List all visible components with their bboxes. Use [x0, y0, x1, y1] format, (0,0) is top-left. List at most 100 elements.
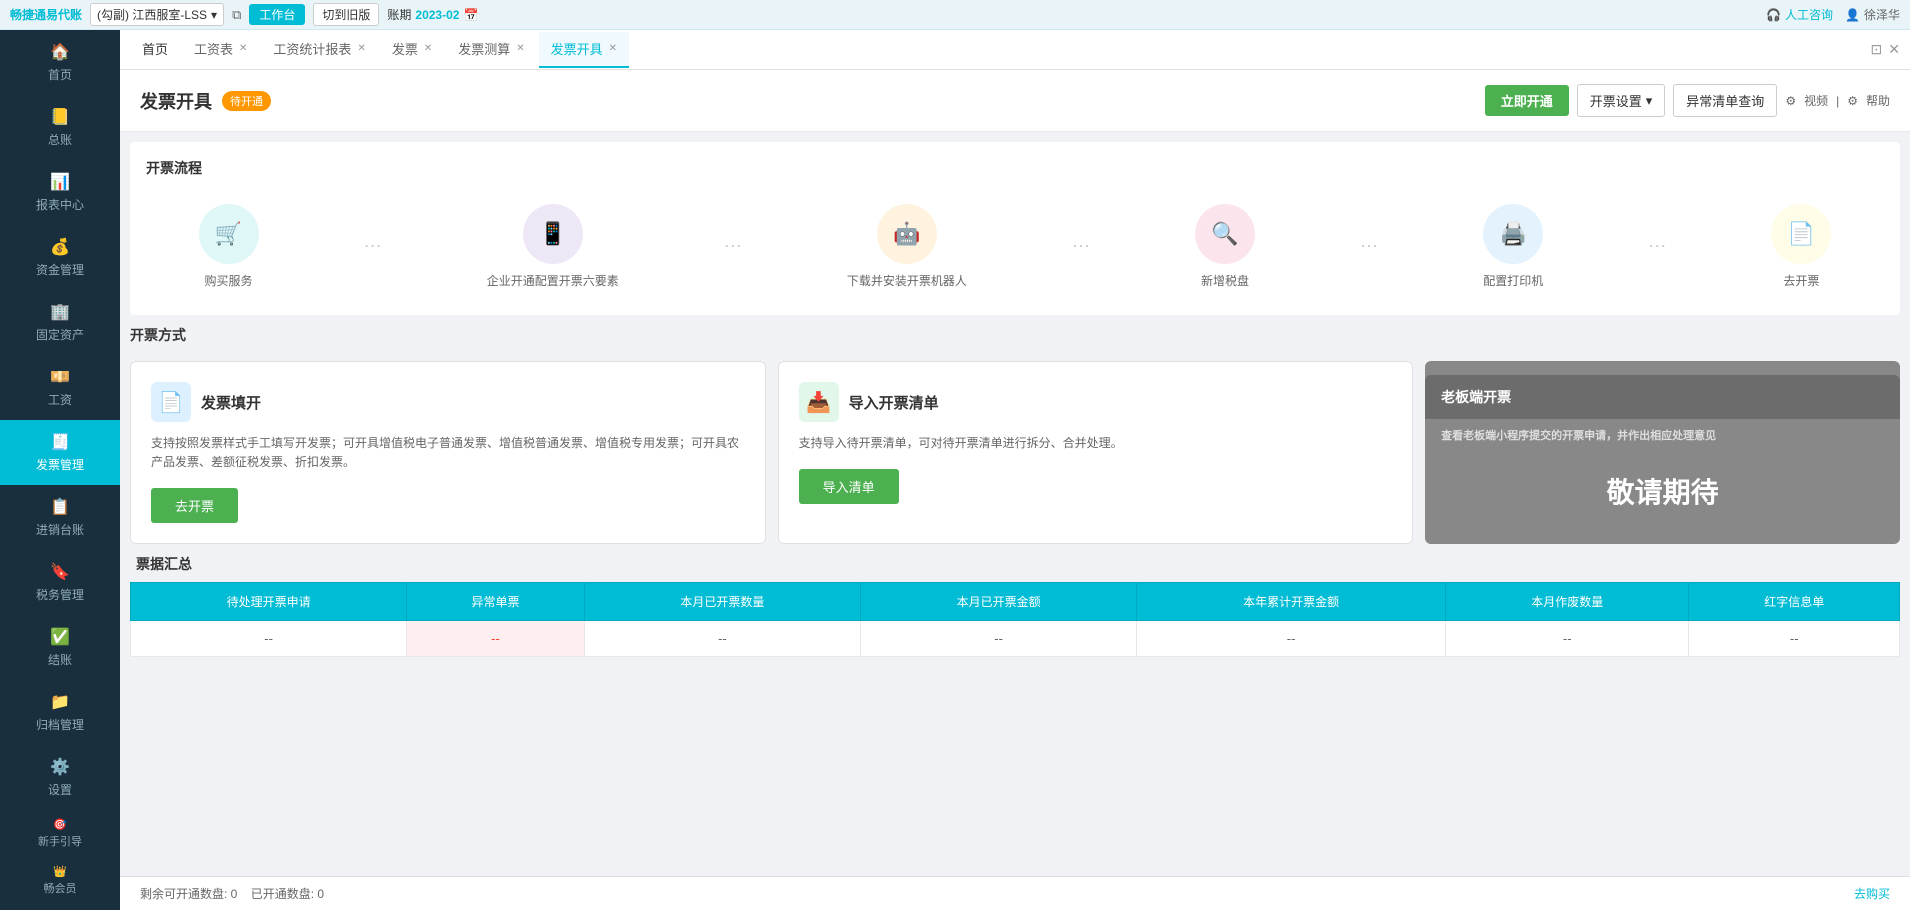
- sidebar-bottom: 🎯 新手引导 👑 畅会员 ↕ ↕取消固定: [0, 810, 120, 910]
- tab-invoice-close[interactable]: ✕: [424, 43, 432, 54]
- col-month-count: 本月已开票数量: [584, 583, 860, 621]
- val-month-count: --: [584, 621, 860, 657]
- method-fill-desc: 支持按照发票样式手工填写开发票；可开具增值税电子普通发票、增值税普通发票、增值税…: [151, 434, 745, 472]
- calendar-icon[interactable]: 📅: [463, 8, 478, 22]
- workbench-button[interactable]: 工作台: [249, 4, 305, 25]
- sidebar-label-assets: 固定资产: [36, 326, 84, 343]
- method-card-import: 📥 导入开票清单 支持导入待开票清单，可对待开票清单进行拆分、合并处理。 导入清…: [778, 361, 1414, 544]
- service-button[interactable]: 🎧 人工咨询: [1766, 6, 1833, 23]
- service-label: 人工咨询: [1785, 6, 1833, 23]
- tab-invoice[interactable]: 发票 ✕: [380, 32, 444, 68]
- sidebar-label-reports: 报表中心: [36, 196, 84, 213]
- sidebar-item-assets[interactable]: 🏢 固定资产: [0, 290, 120, 355]
- tab-invoice-calc[interactable]: 发票测算 ✕: [446, 32, 536, 68]
- sidebar-item-invoice[interactable]: 🧾 发票管理: [0, 420, 120, 485]
- status-badge: 待开通: [222, 91, 271, 111]
- step-config: 📱 企业开通配置开票六要素: [487, 204, 619, 289]
- step-buy-icon: 🛒: [199, 204, 259, 264]
- tab-salary-report-close[interactable]: ✕: [357, 43, 365, 54]
- sidebar-item-ledger[interactable]: 📒 总账: [0, 95, 120, 160]
- arrow-3: ⋯: [1072, 236, 1090, 257]
- col-month-amount: 本月已开票金额: [861, 583, 1137, 621]
- sidebar-pin-toggle[interactable]: ↕ ↕取消固定: [0, 904, 120, 910]
- step-issue-label: 去开票: [1783, 272, 1819, 289]
- tab-invoice-issue-close[interactable]: ✕: [609, 43, 617, 54]
- invoice-method-title: 开票方式: [130, 325, 1900, 345]
- abnormal-query-button[interactable]: 异常清单查询: [1673, 84, 1777, 117]
- arrow-1: ⋯: [364, 236, 382, 257]
- open-now-button[interactable]: 立即开通: [1485, 85, 1569, 116]
- archive-icon: 📁: [50, 692, 70, 712]
- help-label: 帮助: [1866, 92, 1890, 109]
- purchases-icon: 📋: [50, 497, 70, 517]
- company-selector[interactable]: (勾副) 江西服室-LSS ▾: [90, 3, 224, 26]
- page-title: 发票开具: [140, 88, 212, 114]
- window-close-icon[interactable]: ✕: [1888, 41, 1900, 58]
- sidebar-item-funds[interactable]: 💰 资金管理: [0, 225, 120, 290]
- tab-invoice-calc-label: 发票测算: [458, 39, 510, 58]
- sidebar-label-home: 首页: [48, 66, 72, 83]
- step-issue-icon: 📄: [1771, 204, 1831, 264]
- open-settings-button[interactable]: 开票设置 ▾: [1577, 84, 1666, 117]
- opened-label: 已开通数盘: 0: [251, 887, 324, 901]
- top-bar-right: 🎧 人工咨询 👤 徐泽华: [1766, 6, 1900, 23]
- val-red-info: --: [1689, 621, 1900, 657]
- settings-label: 开票设置: [1590, 91, 1642, 110]
- val-abnormal: --: [407, 621, 585, 657]
- member-icon: 👑: [53, 865, 67, 878]
- buy-link[interactable]: 去购买: [1854, 885, 1890, 902]
- sidebar-label-purchases: 进销台账: [36, 521, 84, 538]
- main-layout: 🏠 首页 📒 总账 📊 报表中心 💰 资金管理 🏢 固定资产 💴 工资 🧾 发票…: [0, 30, 1910, 910]
- sidebar-label-member: 畅会员: [44, 880, 77, 896]
- top-bar-left: 畅捷通易代账 (勾副) 江西服室-LSS ▾ ⧉ 工作台 切到旧版 账期 202…: [10, 3, 478, 26]
- summary-table: 待处理开票申请 异常单票 本月已开票数量 本月已开票金额 本年累计开票金额 本月…: [130, 582, 1900, 657]
- window-restore-icon[interactable]: ⊡: [1871, 41, 1883, 58]
- tab-salary-close[interactable]: ✕: [239, 43, 247, 54]
- sidebar-item-purchases[interactable]: 📋 进销台账: [0, 485, 120, 550]
- step-buy: 🛒 购买服务: [199, 204, 259, 289]
- separator: |: [1836, 94, 1839, 108]
- sidebar-item-tax[interactable]: 🔖 税务管理: [0, 550, 120, 615]
- sidebar-item-member[interactable]: 👑 畅会员: [0, 857, 120, 904]
- sidebar-item-guide[interactable]: 🎯 新手引导: [0, 810, 120, 857]
- switch-old-button[interactable]: 切到旧版: [313, 3, 379, 26]
- import-invoice-button[interactable]: 导入清单: [799, 469, 899, 504]
- tab-home[interactable]: 首页: [130, 32, 180, 68]
- sidebar-item-reports[interactable]: 📊 报表中心: [0, 160, 120, 225]
- tab-salary[interactable]: 工资表 ✕: [182, 32, 259, 68]
- tab-invoice-calc-close[interactable]: ✕: [516, 43, 524, 54]
- step-config-label: 企业开通配置开票六要素: [487, 272, 619, 289]
- val-pending: --: [131, 621, 407, 657]
- step-download: 🤖 下载并安装开票机器人: [847, 204, 967, 289]
- fill-invoice-button[interactable]: 去开票: [151, 488, 238, 523]
- summary-header-row: 待处理开票申请 异常单票 本月已开票数量 本月已开票金额 本年累计开票金额 本月…: [131, 583, 1900, 621]
- tab-invoice-label: 发票: [392, 39, 418, 58]
- step-taxdisk-icon: 🔍: [1195, 204, 1255, 264]
- method-card-fill: 📄 发票填开 支持按照发票样式手工填写开发票；可开具增值税电子普通发票、增值税普…: [130, 361, 766, 544]
- boss-card-waiting: 敬请期待: [1587, 451, 1739, 531]
- process-steps: 🛒 购买服务 ⋯ 📱 企业开通配置开票六要素 ⋯ 🤖 下载并安装开票机器人 ⋯: [146, 194, 1884, 299]
- close-accounts-icon: ✅: [50, 627, 70, 647]
- sidebar-item-archive[interactable]: 📁 归档管理: [0, 680, 120, 745]
- invoice-method-area: 开票方式: [130, 325, 1900, 345]
- sidebar-label-invoice: 发票管理: [36, 456, 84, 473]
- sidebar-item-home[interactable]: 🏠 首页: [0, 30, 120, 95]
- sidebar-item-settings[interactable]: ⚙️ 设置: [0, 745, 120, 810]
- tax-icon: 🔖: [50, 562, 70, 582]
- step-download-icon: 🤖: [877, 204, 937, 264]
- user-avatar[interactable]: 👤 徐泽华: [1845, 6, 1900, 23]
- salary-icon: 💴: [50, 367, 70, 387]
- video-icon: ⚙: [1785, 94, 1796, 108]
- top-bar: 畅捷通易代账 (勾副) 江西服室-LSS ▾ ⧉ 工作台 切到旧版 账期 202…: [0, 0, 1910, 30]
- copy-icon[interactable]: ⧉: [232, 7, 241, 23]
- tab-salary-report[interactable]: 工资统计报表 ✕: [261, 32, 377, 68]
- page-title-row: 发票开具 待开通: [140, 88, 271, 114]
- boss-card-title: 老板端开票: [1425, 375, 1900, 419]
- sidebar-item-salary[interactable]: 💴 工资: [0, 355, 120, 420]
- tab-invoice-issue[interactable]: 发票开具 ✕: [539, 32, 629, 68]
- step-printer-icon: 🖨️: [1483, 204, 1543, 264]
- sidebar-item-close[interactable]: ✅ 结账: [0, 615, 120, 680]
- step-taxdisk-label: 新增税盘: [1201, 272, 1249, 289]
- help-icon: ⚙: [1847, 94, 1858, 108]
- summary-title: 票据汇总: [130, 554, 1900, 574]
